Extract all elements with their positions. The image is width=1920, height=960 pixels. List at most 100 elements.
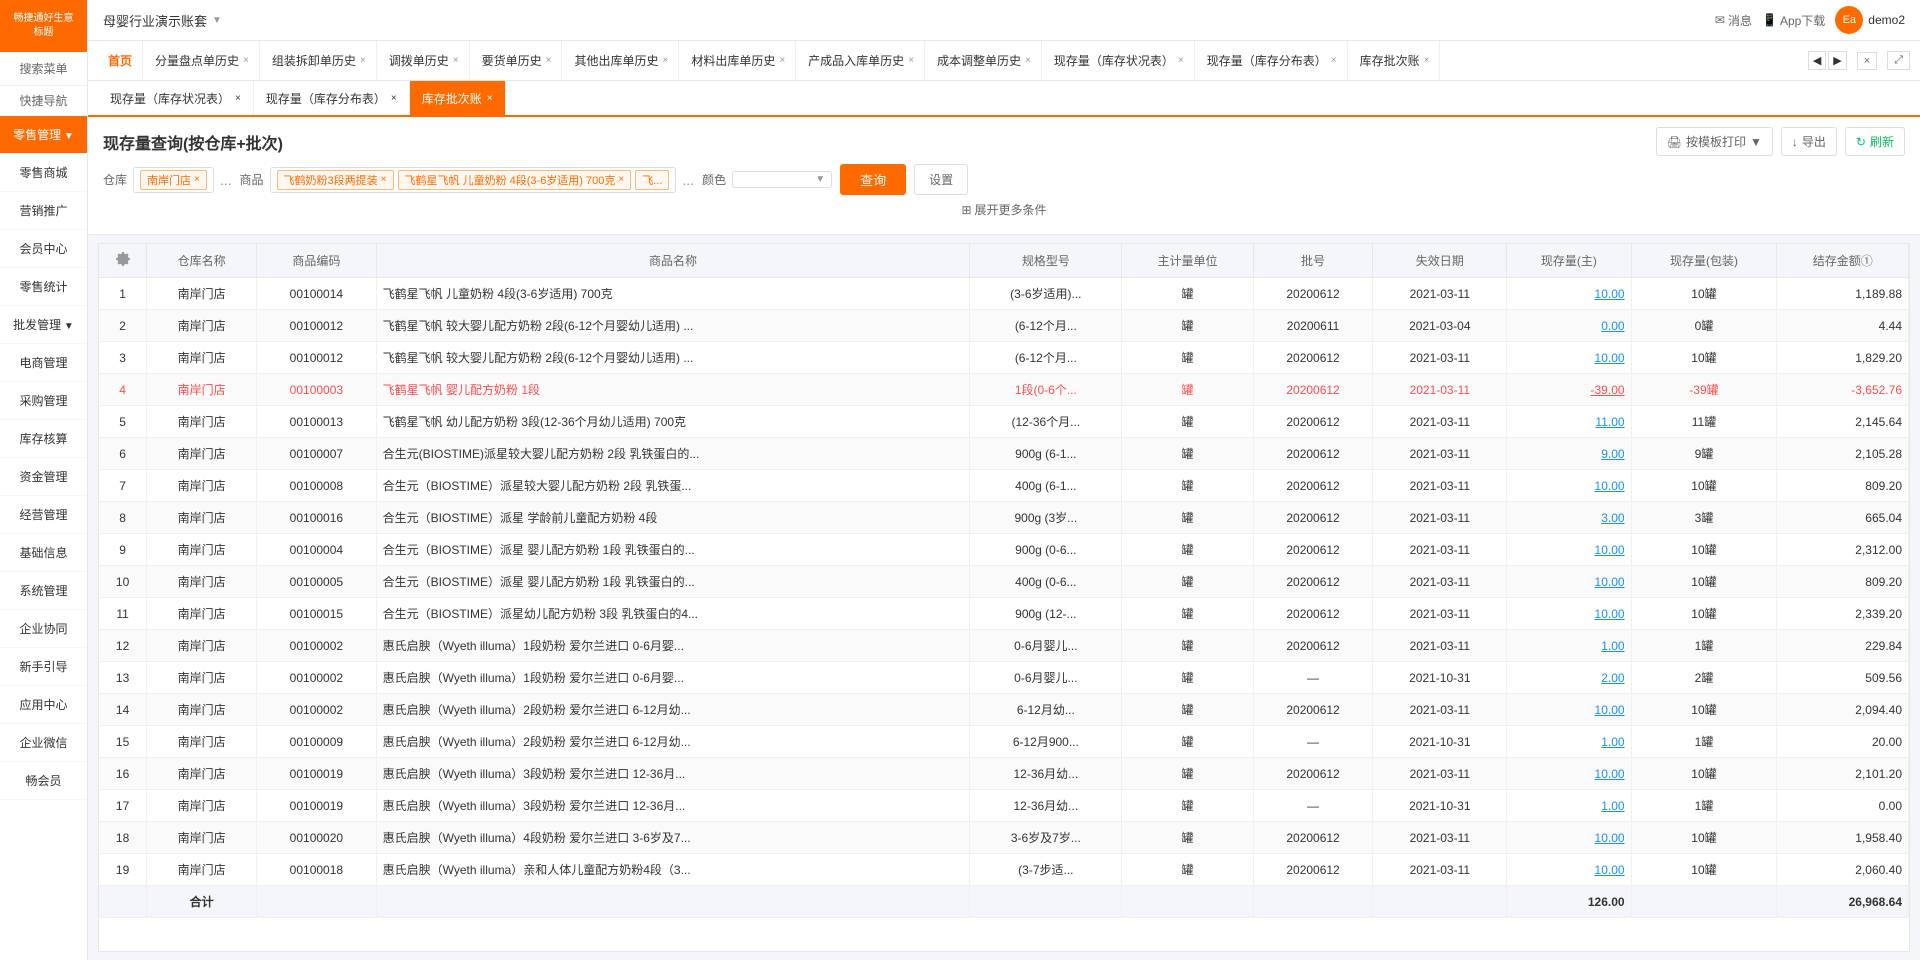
top-tab-5[interactable]: 其他出库单历史×	[564, 41, 679, 81]
qty-link[interactable]: 10.00	[1595, 351, 1625, 365]
table-cell-8[interactable]: 2.00	[1507, 662, 1631, 694]
qty-link[interactable]: 10.00	[1595, 863, 1625, 877]
sidebar-item-电商管理[interactable]: 电商管理	[0, 344, 87, 382]
tab-close-icon[interactable]: ×	[1331, 55, 1337, 66]
maximize-button[interactable]: ⤢	[1887, 51, 1910, 70]
qty-link[interactable]: 3.00	[1601, 511, 1624, 525]
sidebar-item-库存核算[interactable]: 库存核算	[0, 420, 87, 458]
top-tab-9[interactable]: 现存量（库存状况表）×	[1044, 41, 1195, 81]
sidebar-item-采购管理[interactable]: 采购管理	[0, 382, 87, 420]
sidebar-item-资金管理[interactable]: 资金管理	[0, 458, 87, 496]
sidebar-item-企业协同[interactable]: 企业协同	[0, 610, 87, 648]
table-cell-8[interactable]: 10.00	[1507, 598, 1631, 630]
qty-link[interactable]: 10.00	[1595, 767, 1625, 781]
table-cell-8[interactable]: 10.00	[1507, 822, 1631, 854]
sidebar-item-会员中心[interactable]: 会员中心	[0, 230, 87, 268]
qty-link[interactable]: 10.00	[1595, 543, 1625, 557]
qty-link[interactable]: 10.00	[1595, 575, 1625, 589]
table-cell-8[interactable]: 10.00	[1507, 342, 1631, 374]
tab-prev-icon[interactable]: ◀	[1808, 51, 1826, 70]
tab-close-icon[interactable]: ×	[360, 55, 366, 66]
warehouse-selector[interactable]: 母婴行业演示账套 ▼	[103, 11, 222, 30]
top-tab-3[interactable]: 调拨单历史×	[379, 41, 470, 81]
tab-close-icon[interactable]: ×	[779, 55, 785, 66]
qty-link[interactable]: 9.00	[1601, 447, 1624, 461]
sidebar-quick-nav[interactable]: 快捷导航	[0, 86, 87, 116]
sidebar-item-系统管理[interactable]: 系统管理	[0, 572, 87, 610]
table-cell-8[interactable]: 11.00	[1507, 406, 1631, 438]
table-cell-8[interactable]: 10.00	[1507, 278, 1631, 310]
table-cell-8[interactable]: 1.00	[1507, 726, 1631, 758]
table-cell-8[interactable]: 10.00	[1507, 566, 1631, 598]
warehouse-tag-remove[interactable]: ×	[194, 174, 200, 185]
top-tab-6[interactable]: 材料出库单历史×	[681, 41, 796, 81]
product-tag-remove[interactable]: ×	[618, 174, 624, 185]
qty-link[interactable]: 1.00	[1601, 799, 1624, 813]
sidebar-item-零售管理[interactable]: 零售管理 ▼	[0, 116, 87, 154]
app-download-button[interactable]: 📱 App下载	[1762, 12, 1825, 29]
table-cell-8[interactable]: 10.00	[1507, 758, 1631, 790]
sub-tab-1[interactable]: 现存量（库存分布表）×	[254, 81, 410, 116]
product-filter-more[interactable]: ...	[682, 172, 694, 188]
qty-link[interactable]: 1.00	[1601, 639, 1624, 653]
sidebar-search[interactable]: 搜索菜单	[0, 52, 87, 86]
table-cell-8[interactable]: 0.00	[1507, 310, 1631, 342]
sidebar-item-零售商城[interactable]: 零售商城	[0, 154, 87, 192]
message-button[interactable]: ✉ 消息	[1715, 12, 1752, 29]
warehouse-filter-input[interactable]: 南岸门店 ×	[133, 167, 214, 193]
table-cell-8[interactable]: -39.00	[1507, 374, 1631, 406]
gear-icon[interactable]	[116, 252, 130, 266]
table-cell-8[interactable]: 10.00	[1507, 534, 1631, 566]
sidebar-item-零售统计[interactable]: 零售统计	[0, 268, 87, 306]
qty-link[interactable]: 0.00	[1601, 319, 1624, 333]
expand-more-button[interactable]: ⊞ 展开更多条件	[961, 201, 1046, 218]
sidebar-item-批发管理[interactable]: 批发管理 ▼	[0, 306, 87, 344]
top-tab-0[interactable]: 首页	[98, 41, 143, 81]
settings-button[interactable]: 设置	[914, 164, 968, 195]
sub-tab-close-icon[interactable]: ×	[235, 93, 241, 104]
top-tab-11[interactable]: 库存批次账×	[1350, 41, 1441, 81]
print-button[interactable]: 🖨 按模板打印 ▼	[1656, 127, 1773, 156]
tab-close-icon[interactable]: ×	[1424, 55, 1430, 66]
top-tab-10[interactable]: 现存量（库存分布表）×	[1197, 41, 1348, 81]
table-cell-8[interactable]: 9.00	[1507, 438, 1631, 470]
table-cell-8[interactable]: 10.00	[1507, 854, 1631, 886]
tab-close-icon[interactable]: ×	[1025, 55, 1031, 66]
qty-link[interactable]: 1.00	[1601, 735, 1624, 749]
tab-close-icon[interactable]: ×	[243, 55, 249, 66]
sidebar-item-基础信息[interactable]: 基础信息	[0, 534, 87, 572]
top-tab-7[interactable]: 产成品入库单历史×	[798, 41, 925, 81]
tab-close-icon[interactable]: ×	[908, 55, 914, 66]
sidebar-item-企业微信[interactable]: 企业微信	[0, 724, 87, 762]
sidebar-item-新手引导[interactable]: 新手引导	[0, 648, 87, 686]
qty-link[interactable]: 10.00	[1595, 287, 1625, 301]
tab-close-icon[interactable]: ×	[662, 55, 668, 66]
close-all-tabs-button[interactable]: ×	[1857, 52, 1877, 70]
table-cell-8[interactable]: 1.00	[1507, 790, 1631, 822]
qty-link[interactable]: 10.00	[1595, 703, 1625, 717]
qty-link[interactable]: 11.00	[1595, 415, 1624, 429]
refresh-button[interactable]: ↻ 刷新	[1845, 127, 1905, 156]
tab-next-icon[interactable]: ▶	[1828, 51, 1846, 70]
tab-close-icon[interactable]: ×	[546, 55, 552, 66]
sub-tab-close-icon[interactable]: ×	[391, 93, 397, 104]
sidebar-item-营销推广[interactable]: 营销推广	[0, 192, 87, 230]
top-tab-8[interactable]: 成本调整单历史×	[927, 41, 1042, 81]
user-menu[interactable]: Ea demo2	[1835, 6, 1905, 34]
top-tab-4[interactable]: 要货单历史×	[472, 41, 563, 81]
query-button[interactable]: 查询	[840, 164, 906, 195]
color-filter-input[interactable]: ▼	[732, 171, 832, 188]
qty-link[interactable]: 10.00	[1595, 479, 1625, 493]
qty-link[interactable]: -39.00	[1591, 383, 1625, 397]
tab-close-icon[interactable]: ×	[453, 55, 459, 66]
sidebar-item-应用中心[interactable]: 应用中心	[0, 686, 87, 724]
sub-tab-0[interactable]: 现存量（库存状况表）×	[98, 81, 254, 116]
export-button[interactable]: ↓ 导出	[1781, 127, 1837, 156]
table-cell-8[interactable]: 1.00	[1507, 630, 1631, 662]
table-cell-8[interactable]: 10.00	[1507, 470, 1631, 502]
sub-tab-2[interactable]: 库存批次账×	[410, 81, 506, 116]
product-filter-input[interactable]: 飞鹤奶粉3段两提装×飞鹤星飞帆 儿童奶粉 4段(3-6岁适用) 700克×飞..…	[270, 167, 677, 193]
table-cell-8[interactable]: 10.00	[1507, 694, 1631, 726]
warehouse-filter-more[interactable]: ...	[220, 172, 232, 188]
sidebar-item-经营管理[interactable]: 经营管理	[0, 496, 87, 534]
